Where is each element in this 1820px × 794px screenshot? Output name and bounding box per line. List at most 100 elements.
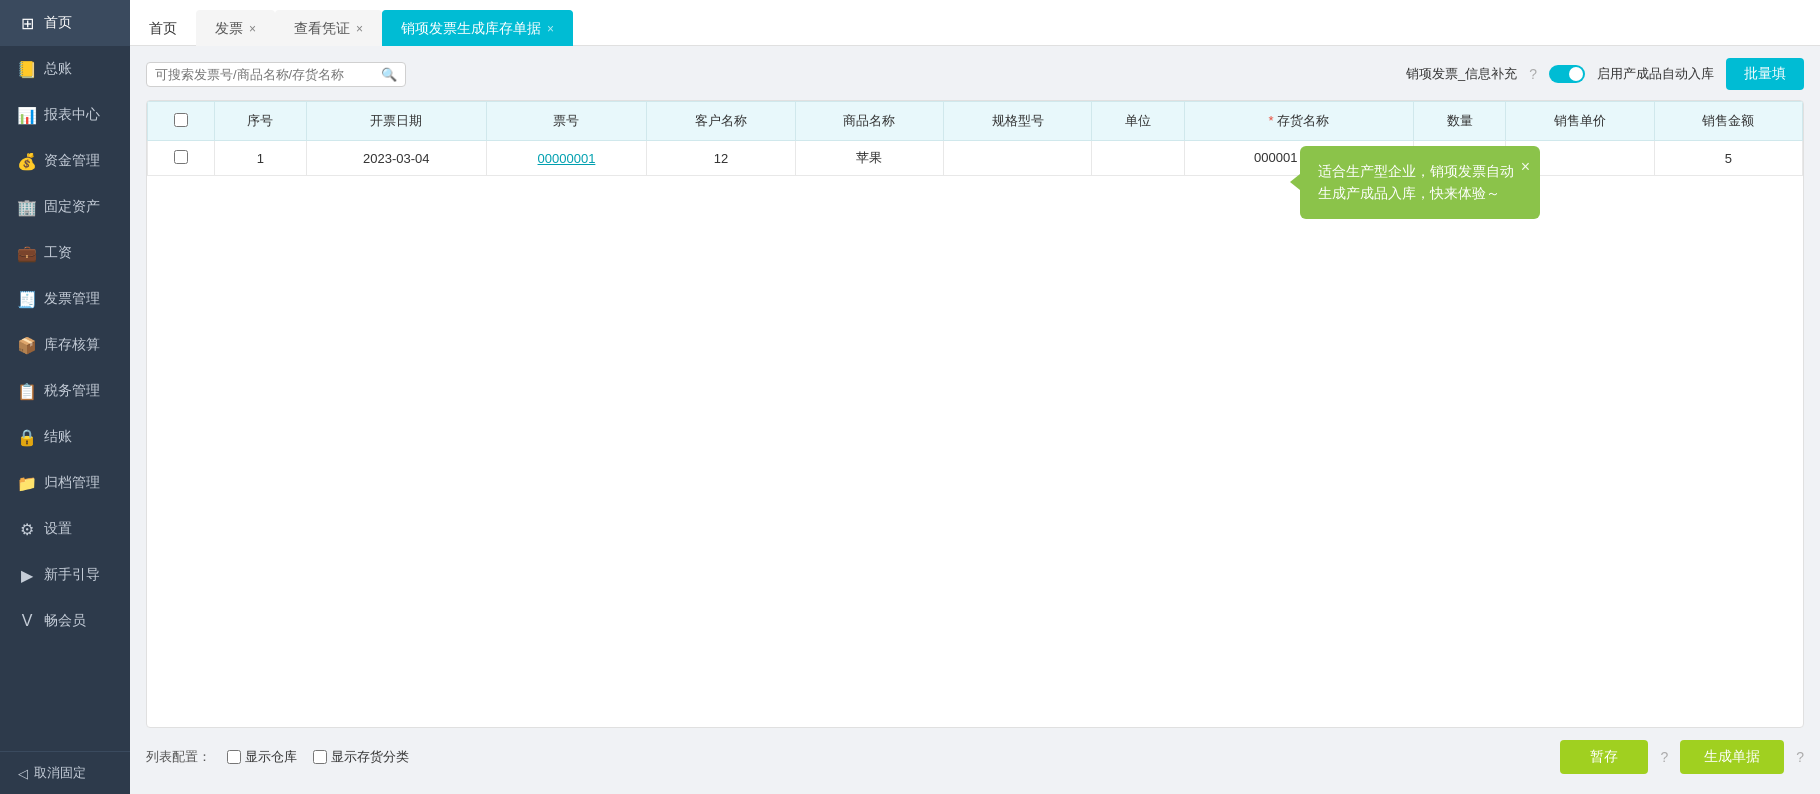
tab-invoice-label: 发票 bbox=[215, 20, 243, 38]
table-row: 1 2023-03-04 00000001 12 苹果 000001 苹果 个 … bbox=[148, 141, 1803, 176]
salary-icon: 💼 bbox=[18, 244, 36, 262]
tab-invoice[interactable]: 发票 × bbox=[196, 10, 275, 46]
pin-button[interactable]: ◁ 取消固定 bbox=[0, 752, 130, 794]
header-unit: 单位 bbox=[1092, 102, 1184, 141]
row-amount: 5 bbox=[1654, 141, 1802, 176]
sidebar-item-tax[interactable]: 📋 税务管理 bbox=[0, 368, 130, 414]
show-warehouse-checkbox[interactable] bbox=[227, 750, 241, 764]
settings-icon: ⚙ bbox=[18, 520, 36, 538]
select-all-checkbox[interactable] bbox=[174, 113, 188, 127]
header-checkbox[interactable] bbox=[148, 102, 215, 141]
batch-fill-button[interactable]: 批量填 bbox=[1726, 58, 1804, 90]
toolbar-right: 销项发票_信息补充 ? 启用产成品自动入库 批量填 bbox=[1406, 58, 1804, 90]
ledger-icon: 📒 bbox=[18, 60, 36, 78]
close-account-icon: 🔒 bbox=[18, 428, 36, 446]
sidebar-bottom: ◁ 取消固定 bbox=[0, 751, 130, 794]
sidebar-item-close-label: 结账 bbox=[44, 428, 72, 446]
generate-help-icon[interactable]: ? bbox=[1796, 749, 1804, 765]
bottom-bar: 列表配置： 显示仓库 显示存货分类 暂存 ? 生成单据 ? bbox=[146, 728, 1804, 782]
row-customer: 12 bbox=[647, 141, 795, 176]
row-checkbox[interactable] bbox=[148, 141, 215, 176]
sidebar-item-report[interactable]: 📊 报表中心 bbox=[0, 92, 130, 138]
sidebar-item-ledger[interactable]: 📒 总账 bbox=[0, 46, 130, 92]
sidebar-item-guide-label: 新手引导 bbox=[44, 566, 100, 584]
tab-invoice-close[interactable]: × bbox=[249, 22, 256, 36]
bottom-actions: 暂存 ? 生成单据 ? bbox=[1560, 740, 1804, 774]
invoice-number-link[interactable]: 00000001 bbox=[538, 151, 596, 166]
sidebar-item-home[interactable]: ⊞ 首页 bbox=[0, 0, 130, 46]
sidebar-item-settings-label: 设置 bbox=[44, 520, 72, 538]
guide-icon: ▶ bbox=[18, 566, 36, 584]
assets-icon: 🏢 bbox=[18, 198, 36, 216]
show-category-label: 显示存货分类 bbox=[331, 748, 409, 766]
row-seq: 1 bbox=[214, 141, 306, 176]
row-select-checkbox[interactable] bbox=[174, 150, 188, 164]
tab-bar: 首页 发票 × 查看凭证 × 销项发票生成库存单据 × bbox=[130, 0, 1820, 46]
header-product: 商品名称 bbox=[795, 102, 943, 141]
tab-store-label: 销项发票生成库存单据 bbox=[401, 20, 541, 38]
sidebar-item-assets[interactable]: 🏢 固定资产 bbox=[0, 184, 130, 230]
data-table: 序号 开票日期 票号 客户名称 商品名称 规格型号 单位 * 存货名称 数量 销… bbox=[147, 101, 1803, 176]
sidebar-item-archive[interactable]: 📁 归档管理 bbox=[0, 460, 130, 506]
sidebar-item-home-label: 首页 bbox=[44, 14, 72, 32]
tab-home[interactable]: 首页 bbox=[130, 10, 196, 46]
page-content: 🔍 销项发票_信息补充 ? 启用产成品自动入库 批量填 bbox=[130, 46, 1820, 794]
header-date: 开票日期 bbox=[307, 102, 486, 141]
sidebar-item-salary[interactable]: 💼 工资 bbox=[0, 230, 130, 276]
row-unit bbox=[1092, 141, 1184, 176]
tooltip-pointer bbox=[1290, 174, 1300, 190]
sidebar-item-vip[interactable]: V 畅会员 bbox=[0, 598, 130, 644]
tab-home-label: 首页 bbox=[149, 20, 177, 38]
sidebar-item-guide[interactable]: ▶ 新手引导 bbox=[0, 552, 130, 598]
search-icon: 🔍 bbox=[381, 67, 397, 82]
save-button[interactable]: 暂存 bbox=[1560, 740, 1648, 774]
show-category-checkbox[interactable] bbox=[313, 750, 327, 764]
tax-icon: 📋 bbox=[18, 382, 36, 400]
toggle-thumb bbox=[1569, 67, 1583, 81]
inventory-icon: 📦 bbox=[18, 336, 36, 354]
auto-warehouse-toggle[interactable] bbox=[1549, 65, 1585, 83]
sidebar-item-assets-label: 固定资产 bbox=[44, 198, 100, 216]
tab-voucher-close[interactable]: × bbox=[356, 22, 363, 36]
row-product: 苹果 bbox=[795, 141, 943, 176]
show-warehouse-item[interactable]: 显示仓库 bbox=[227, 748, 297, 766]
sidebar-item-inventory-label: 库存核算 bbox=[44, 336, 100, 354]
bottom-checkbox-group: 显示仓库 显示存货分类 bbox=[227, 748, 409, 766]
sidebar: ⊞ 首页 📒 总账 📊 报表中心 💰 资金管理 🏢 固定资产 💼 工资 🧾 发票… bbox=[0, 0, 130, 794]
main-content: 首页 发票 × 查看凭证 × 销项发票生成库存单据 × 🔍 销项发票_信息补充 bbox=[130, 0, 1820, 794]
row-date: 2023-03-04 bbox=[307, 141, 486, 176]
row-number[interactable]: 00000001 bbox=[486, 141, 647, 176]
home-icon: ⊞ bbox=[18, 14, 36, 32]
sidebar-item-salary-label: 工资 bbox=[44, 244, 72, 262]
tab-store-close[interactable]: × bbox=[547, 22, 554, 36]
generate-button[interactable]: 生成单据 bbox=[1680, 740, 1784, 774]
tab-store[interactable]: 销项发票生成库存单据 × bbox=[382, 10, 573, 46]
report-icon: 📊 bbox=[18, 106, 36, 124]
show-warehouse-label: 显示仓库 bbox=[245, 748, 297, 766]
toolbar-title: 销项发票_信息补充 bbox=[1406, 65, 1517, 83]
sidebar-item-settings[interactable]: ⚙ 设置 bbox=[0, 506, 130, 552]
search-box[interactable]: 🔍 bbox=[146, 62, 406, 87]
sidebar-item-vip-label: 畅会员 bbox=[44, 612, 86, 630]
toolbar-left: 🔍 bbox=[146, 62, 406, 87]
tab-voucher-label: 查看凭证 bbox=[294, 20, 350, 38]
toggle-track bbox=[1549, 65, 1585, 83]
tooltip-close-button[interactable]: × bbox=[1521, 154, 1530, 180]
header-quantity: 数量 bbox=[1413, 102, 1505, 141]
search-input[interactable] bbox=[155, 67, 381, 82]
sidebar-item-invoice[interactable]: 🧾 发票管理 bbox=[0, 276, 130, 322]
sidebar-item-funds[interactable]: 💰 资金管理 bbox=[0, 138, 130, 184]
archive-icon: 📁 bbox=[18, 474, 36, 492]
show-category-item[interactable]: 显示存货分类 bbox=[313, 748, 409, 766]
toolbar-help-icon[interactable]: ? bbox=[1529, 66, 1537, 82]
tooltip-popup: × 适合生产型企业，销项发票自动生成产成品入库，快来体验～ bbox=[1300, 146, 1540, 219]
save-help-icon[interactable]: ? bbox=[1660, 749, 1668, 765]
sidebar-item-inventory[interactable]: 📦 库存核算 bbox=[0, 322, 130, 368]
tab-voucher[interactable]: 查看凭证 × bbox=[275, 10, 382, 46]
toolbar: 🔍 销项发票_信息补充 ? 启用产成品自动入库 批量填 bbox=[146, 58, 1804, 90]
sidebar-item-close[interactable]: 🔒 结账 bbox=[0, 414, 130, 460]
invoice-icon: 🧾 bbox=[18, 290, 36, 308]
header-number: 票号 bbox=[486, 102, 647, 141]
data-table-wrap: 序号 开票日期 票号 客户名称 商品名称 规格型号 单位 * 存货名称 数量 销… bbox=[146, 100, 1804, 728]
vip-icon: V bbox=[18, 612, 36, 630]
